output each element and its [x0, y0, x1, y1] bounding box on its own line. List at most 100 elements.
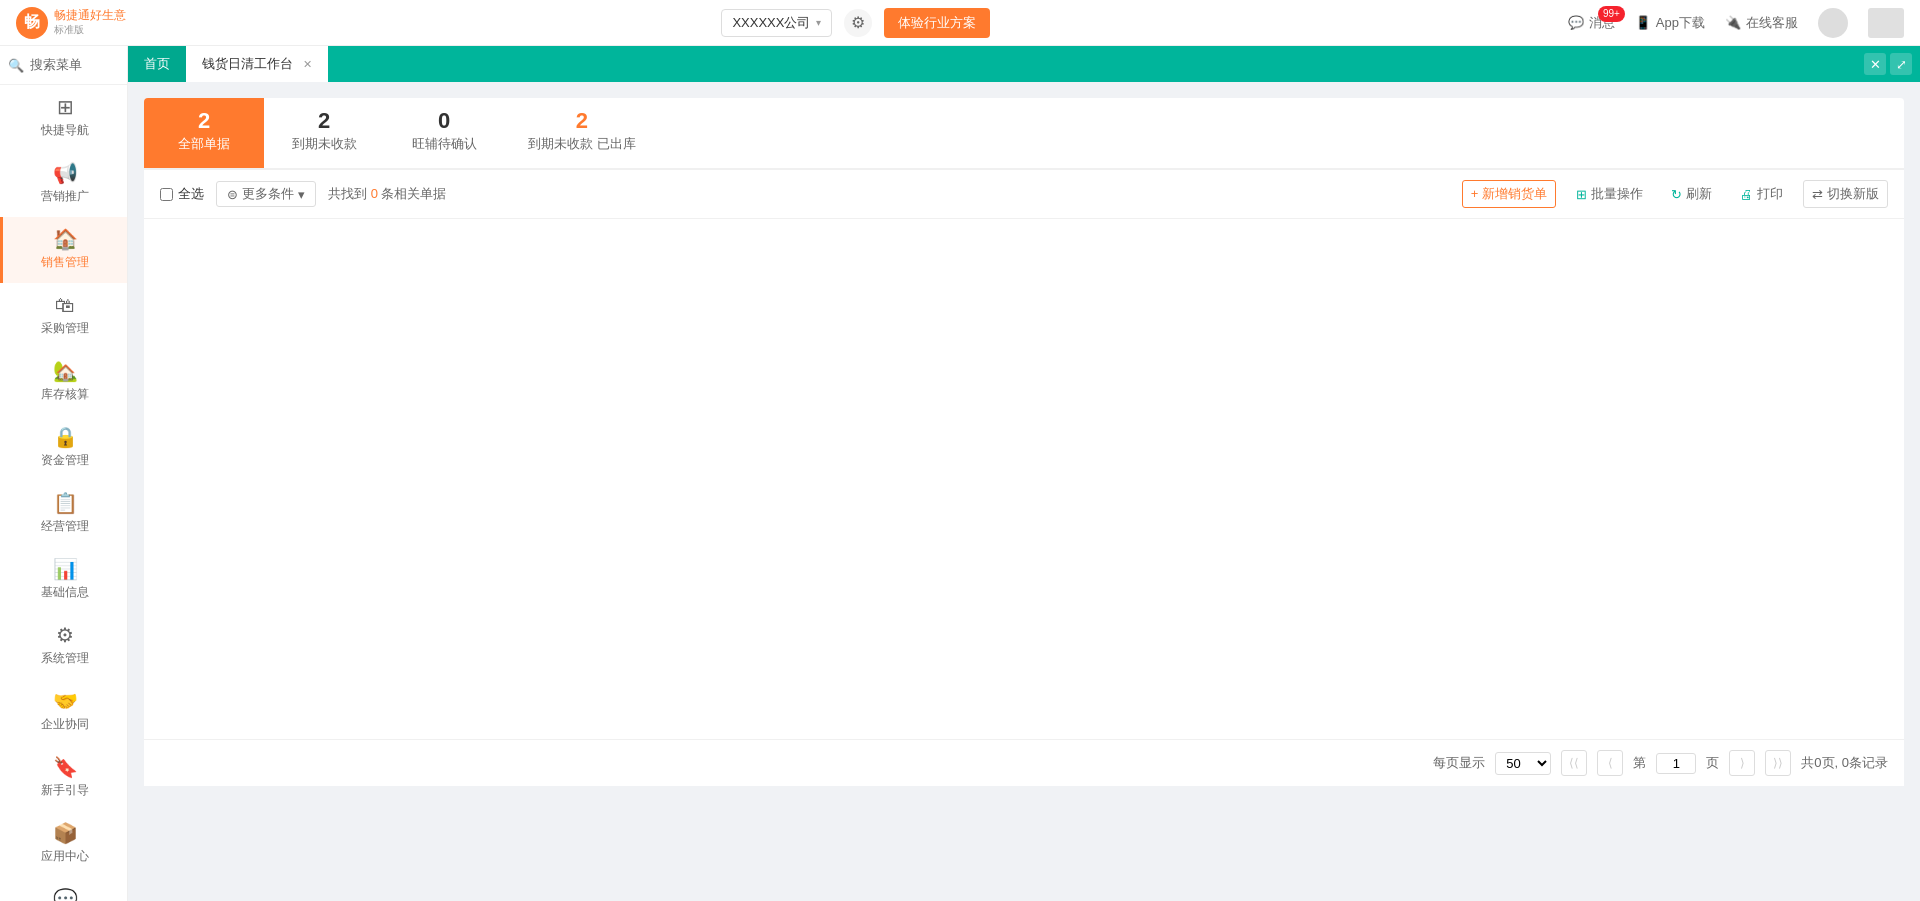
sidebar-search[interactable]: 🔍 搜索菜单 [0, 46, 127, 85]
sidebar-item-label: 新手引导 [41, 782, 89, 799]
filter-label: 更多条件 [242, 185, 294, 203]
sidebar-item-quick-nav[interactable]: ⊞ 快捷导航 [0, 85, 127, 151]
card-tab-all-num: 2 [198, 110, 210, 132]
inventory-icon: 🏡 [53, 361, 78, 381]
card-tab-overdue-num: 2 [318, 110, 330, 132]
print-button[interactable]: 🖨 打印 [1732, 181, 1791, 207]
per-page-select[interactable]: 50 100 200 [1495, 752, 1551, 775]
nav-tabs: 首页 钱货日清工作台 ✕ ✕ ⤢ [128, 46, 1920, 82]
sidebar-item-label: 经营管理 [41, 518, 89, 535]
sidebar-item-operations[interactable]: 📋 经营管理 [0, 481, 127, 547]
batch-button[interactable]: ⊞ 批量操作 [1568, 181, 1651, 207]
card-tab-pending[interactable]: 0 旺辅待确认 [384, 98, 504, 168]
filter-button[interactable]: ⊜ 更多条件 ▾ [216, 181, 316, 207]
tab-close-icon[interactable]: ✕ [303, 58, 312, 71]
settings-button[interactable]: ⚙ [844, 9, 872, 37]
last-page-button[interactable]: ⟩⟩ [1765, 750, 1791, 776]
per-page-label: 每页显示 [1433, 754, 1485, 772]
first-page-button[interactable]: ⟨⟨ [1561, 750, 1587, 776]
online-service-label: 在线客服 [1746, 14, 1798, 32]
found-prefix: 共找到 [328, 186, 367, 201]
next-page-button[interactable]: ⟩ [1729, 750, 1755, 776]
window-maximize-button[interactable]: ⤢ [1890, 53, 1912, 75]
card-tab-overdue-label: 到期未收款 [292, 135, 357, 153]
select-all-input[interactable] [160, 188, 173, 201]
sidebar-item-system[interactable]: ⚙ 系统管理 [0, 613, 127, 679]
sidebar: 🔍 搜索菜单 ⊞ 快捷导航 📢 营销推广 🏠 销售管理 🛍 采购管理 🏡 库存核… [0, 46, 128, 901]
page-label: 第 [1633, 754, 1646, 772]
card-tab-pending-num: 0 [438, 110, 450, 132]
sales-icon: 🏠 [53, 229, 78, 249]
card-tab-all[interactable]: 2 全部单据 [144, 98, 264, 168]
message-item[interactable]: 💬 消息 99+ [1568, 14, 1615, 32]
service-icon: 🔌 [1725, 15, 1741, 30]
batch-icon: ⊞ [1576, 187, 1587, 202]
finance-icon: 🔒 [53, 427, 78, 447]
sidebar-item-basic-info[interactable]: 📊 基础信息 [0, 547, 127, 613]
select-all-label: 全选 [178, 185, 204, 203]
sidebar-item-inventory[interactable]: 🏡 库存核算 [0, 349, 127, 415]
tab-daily-work[interactable]: 钱货日清工作台 ✕ [186, 46, 328, 82]
enterprise-icon: 🤝 [53, 691, 78, 711]
sidebar-item-marketing[interactable]: 📢 营销推广 [0, 151, 127, 217]
sidebar-item-label: 系统管理 [41, 650, 89, 667]
page-input[interactable] [1656, 753, 1696, 774]
batch-label: 批量操作 [1591, 185, 1643, 203]
main-content: 2 全部单据 2 到期未收款 0 旺辅待确认 2 到期未收款 已出库 全选 ⊜ … [128, 82, 1920, 901]
quick-nav-icon: ⊞ [57, 97, 74, 117]
sidebar-item-app-center[interactable]: 📦 应用中心 [0, 811, 127, 877]
tab-home-label: 首页 [144, 55, 170, 73]
print-icon: 🖨 [1740, 187, 1753, 202]
select-all-checkbox[interactable]: 全选 [160, 185, 204, 203]
toolbar: 全选 ⊜ 更多条件 ▾ 共找到 0 条相关单据 + 新增销货单 ⊞ 批量操作 ↻ [144, 170, 1904, 219]
sidebar-item-guide[interactable]: 🔖 新手引导 [0, 745, 127, 811]
switch-version-button[interactable]: ⇄ 切换新版 [1803, 180, 1888, 208]
prev-page-button[interactable]: ⟨ [1597, 750, 1623, 776]
download-icon: 📱 [1635, 15, 1651, 30]
card-tab-overdue-shipped[interactable]: 2 到期未收款 已出库 [504, 98, 660, 168]
sidebar-item-enterprise[interactable]: 🤝 企业协同 [0, 679, 127, 745]
tab-home[interactable]: 首页 [128, 46, 186, 82]
header-center: XXXXXX公司 ▾ ⚙ 体验行业方案 [721, 8, 990, 38]
company-selector[interactable]: XXXXXX公司 ▾ [721, 9, 832, 37]
logo-area: 畅 畅捷通好生意 标准版 [16, 7, 144, 39]
toolbar-left: 全选 ⊜ 更多条件 ▾ 共找到 0 条相关单据 [160, 181, 446, 207]
sidebar-item-purchase[interactable]: 🛍 采购管理 [0, 283, 127, 349]
header-right: 💬 消息 99+ 📱 App下载 🔌 在线客服 [1568, 8, 1904, 38]
card-tab-all-label: 全部单据 [178, 135, 230, 153]
user-name-area [1868, 8, 1904, 38]
card-tabs: 2 全部单据 2 到期未收款 0 旺辅待确认 2 到期未收款 已出库 [144, 98, 1904, 170]
basic-info-icon: 📊 [53, 559, 78, 579]
card-tab-overdue[interactable]: 2 到期未收款 [264, 98, 384, 168]
logo-icon: 畅 [16, 7, 48, 39]
marketing-icon: 📢 [53, 163, 78, 183]
top-header: 畅 畅捷通好生意 标准版 XXXXXX公司 ▾ ⚙ 体验行业方案 💬 消息 99… [0, 0, 1920, 46]
online-service-item[interactable]: 🔌 在线客服 [1725, 14, 1798, 32]
print-label: 打印 [1757, 185, 1783, 203]
sidebar-search-label: 搜索菜单 [30, 56, 82, 74]
sidebar-item-enterprise-wechat[interactable]: 💬 企业微信 [0, 877, 127, 901]
table-area [144, 219, 1904, 739]
avatar[interactable] [1818, 8, 1848, 38]
toolbar-right: + 新增销货单 ⊞ 批量操作 ↻ 刷新 🖨 打印 ⇄ 切换新版 [1462, 180, 1888, 208]
window-close-button[interactable]: ✕ [1864, 53, 1886, 75]
sidebar-item-sales[interactable]: 🏠 销售管理 [0, 217, 127, 283]
found-suffix: 条相关单据 [381, 186, 446, 201]
refresh-button[interactable]: ↻ 刷新 [1663, 181, 1720, 207]
card-tab-pending-label: 旺辅待确认 [412, 135, 477, 153]
add-order-button[interactable]: + 新增销货单 [1462, 180, 1556, 208]
guide-icon: 🔖 [53, 757, 78, 777]
app-download-item[interactable]: 📱 App下载 [1635, 14, 1705, 32]
trial-button[interactable]: 体验行业方案 [884, 8, 990, 38]
filter-icon: ⊜ [227, 187, 238, 202]
sidebar-item-label: 营销推广 [41, 188, 89, 205]
card-tab-overdue-shipped-label: 到期未收款 已出库 [528, 135, 636, 153]
message-badge: 99+ [1598, 6, 1625, 22]
logo-text: 畅捷通好生意 [54, 8, 126, 24]
app-center-icon: 📦 [53, 823, 78, 843]
sidebar-item-finance[interactable]: 🔒 资金管理 [0, 415, 127, 481]
system-icon: ⚙ [56, 625, 74, 645]
dropdown-arrow-icon: ▾ [816, 17, 821, 28]
refresh-icon: ↻ [1671, 187, 1682, 202]
filter-arrow-icon: ▾ [298, 187, 305, 202]
